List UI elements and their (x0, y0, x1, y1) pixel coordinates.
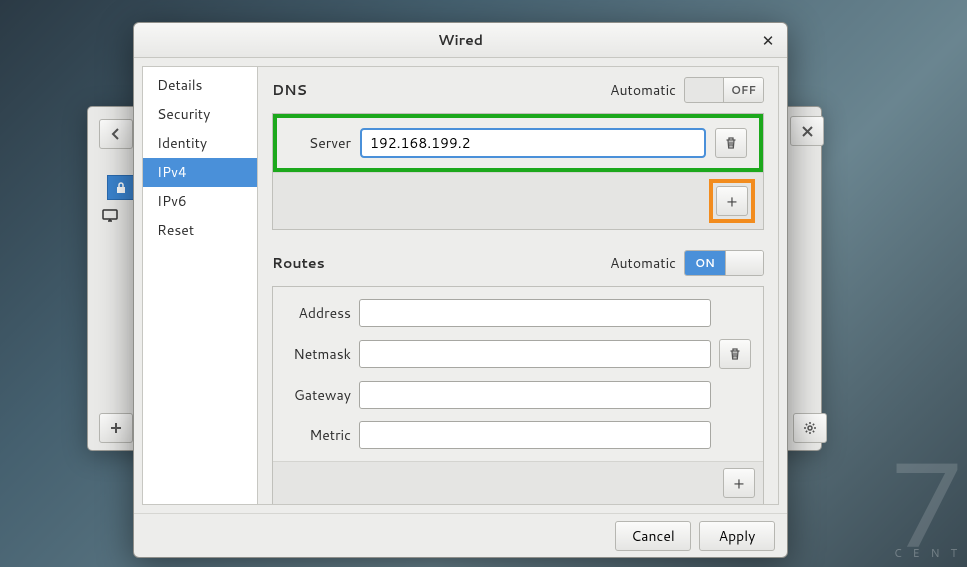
routes-pane-footer: + (273, 461, 763, 504)
sidebar-item-label: Identity (157, 133, 207, 153)
bg-gear-button (793, 413, 827, 443)
trash-icon (724, 136, 738, 150)
apply-button[interactable]: Apply (699, 521, 775, 551)
sidebar-item-identity[interactable]: Identity (143, 129, 257, 158)
add-dns-server-button[interactable]: + (716, 186, 748, 216)
sidebar-item-label: IPv6 (157, 191, 187, 211)
sidebar-item-label: Reset (157, 220, 194, 240)
route-metric-label: Metric (285, 425, 359, 445)
routes-automatic-toggle[interactable]: ON (684, 250, 764, 276)
dns-title: DNS (272, 80, 610, 100)
close-icon: ✕ (762, 30, 775, 51)
routes-automatic-label: Automatic (610, 253, 676, 273)
close-button-bg (790, 116, 824, 146)
delete-dns-server-button[interactable] (715, 128, 747, 158)
network-settings-dialog: Wired ✕ Details Security Identity IPv4 I… (133, 22, 788, 558)
route-address-input[interactable] (359, 299, 711, 327)
route-metric-input[interactable] (359, 421, 711, 449)
sidebar-item-ipv4[interactable]: IPv4 (143, 158, 257, 187)
toggle-knob-on: ON (685, 251, 725, 275)
sidebar-item-label: Security (157, 104, 210, 124)
sidebar-item-reset[interactable]: Reset (143, 216, 257, 245)
routes-section: Routes Automatic ON Address Netmask (272, 250, 764, 505)
plus-icon: + (734, 472, 745, 495)
settings-sidebar: Details Security Identity IPv4 IPv6 Rese… (142, 66, 257, 505)
sidebar-item-label: Details (157, 75, 203, 95)
sidebar-item-details[interactable]: Details (143, 71, 257, 100)
route-gateway-label: Gateway (285, 385, 359, 405)
bg-monitor-icon (96, 205, 124, 227)
highlight-dns-server: Server (273, 114, 763, 172)
window-title: Wired (134, 30, 787, 50)
route-netmask-input[interactable] (359, 340, 711, 368)
sidebar-item-security[interactable]: Security (143, 100, 257, 129)
cancel-button[interactable]: Cancel (615, 521, 691, 551)
watermark-sub: C E N T (894, 545, 961, 561)
plus-icon: + (727, 190, 738, 213)
delete-route-button[interactable] (719, 339, 751, 369)
back-button-bg (99, 119, 133, 149)
add-route-button[interactable]: + (723, 468, 755, 498)
titlebar: Wired ✕ (134, 23, 787, 58)
highlight-add-dns: + (709, 179, 755, 223)
dns-server-label: Server (289, 133, 351, 153)
dns-server-input[interactable] (361, 129, 705, 157)
dns-servers-pane: Server + (272, 113, 764, 230)
routes-pane: Address Netmask Gateway Metric (272, 286, 764, 505)
dns-automatic-toggle[interactable]: OFF (684, 77, 764, 103)
content-pane: DNS Automatic OFF Server (257, 66, 779, 505)
bg-add-button (99, 413, 133, 443)
dns-automatic-label: Automatic (610, 80, 676, 100)
dns-section-header: DNS Automatic OFF (272, 77, 764, 103)
sidebar-item-label: IPv4 (157, 162, 187, 182)
dns-pane-footer: + (273, 172, 763, 229)
bg-lock-icon (107, 175, 135, 200)
toggle-knob-off: OFF (723, 78, 763, 102)
watermark-big: 7 (889, 441, 961, 561)
sidebar-item-ipv6[interactable]: IPv6 (143, 187, 257, 216)
dns-server-row: Server (277, 118, 759, 168)
toggle-track (725, 251, 763, 275)
trash-icon (728, 347, 742, 361)
route-netmask-label: Netmask (285, 344, 359, 364)
routes-title: Routes (272, 253, 610, 273)
routes-section-header: Routes Automatic ON (272, 250, 764, 276)
close-button[interactable]: ✕ (755, 28, 781, 52)
route-address-label: Address (285, 303, 359, 323)
dialog-footer: Cancel Apply (134, 513, 787, 557)
toggle-track (685, 78, 723, 102)
route-gateway-input[interactable] (359, 381, 711, 409)
routes-grid: Address Netmask Gateway Metric (273, 287, 763, 461)
